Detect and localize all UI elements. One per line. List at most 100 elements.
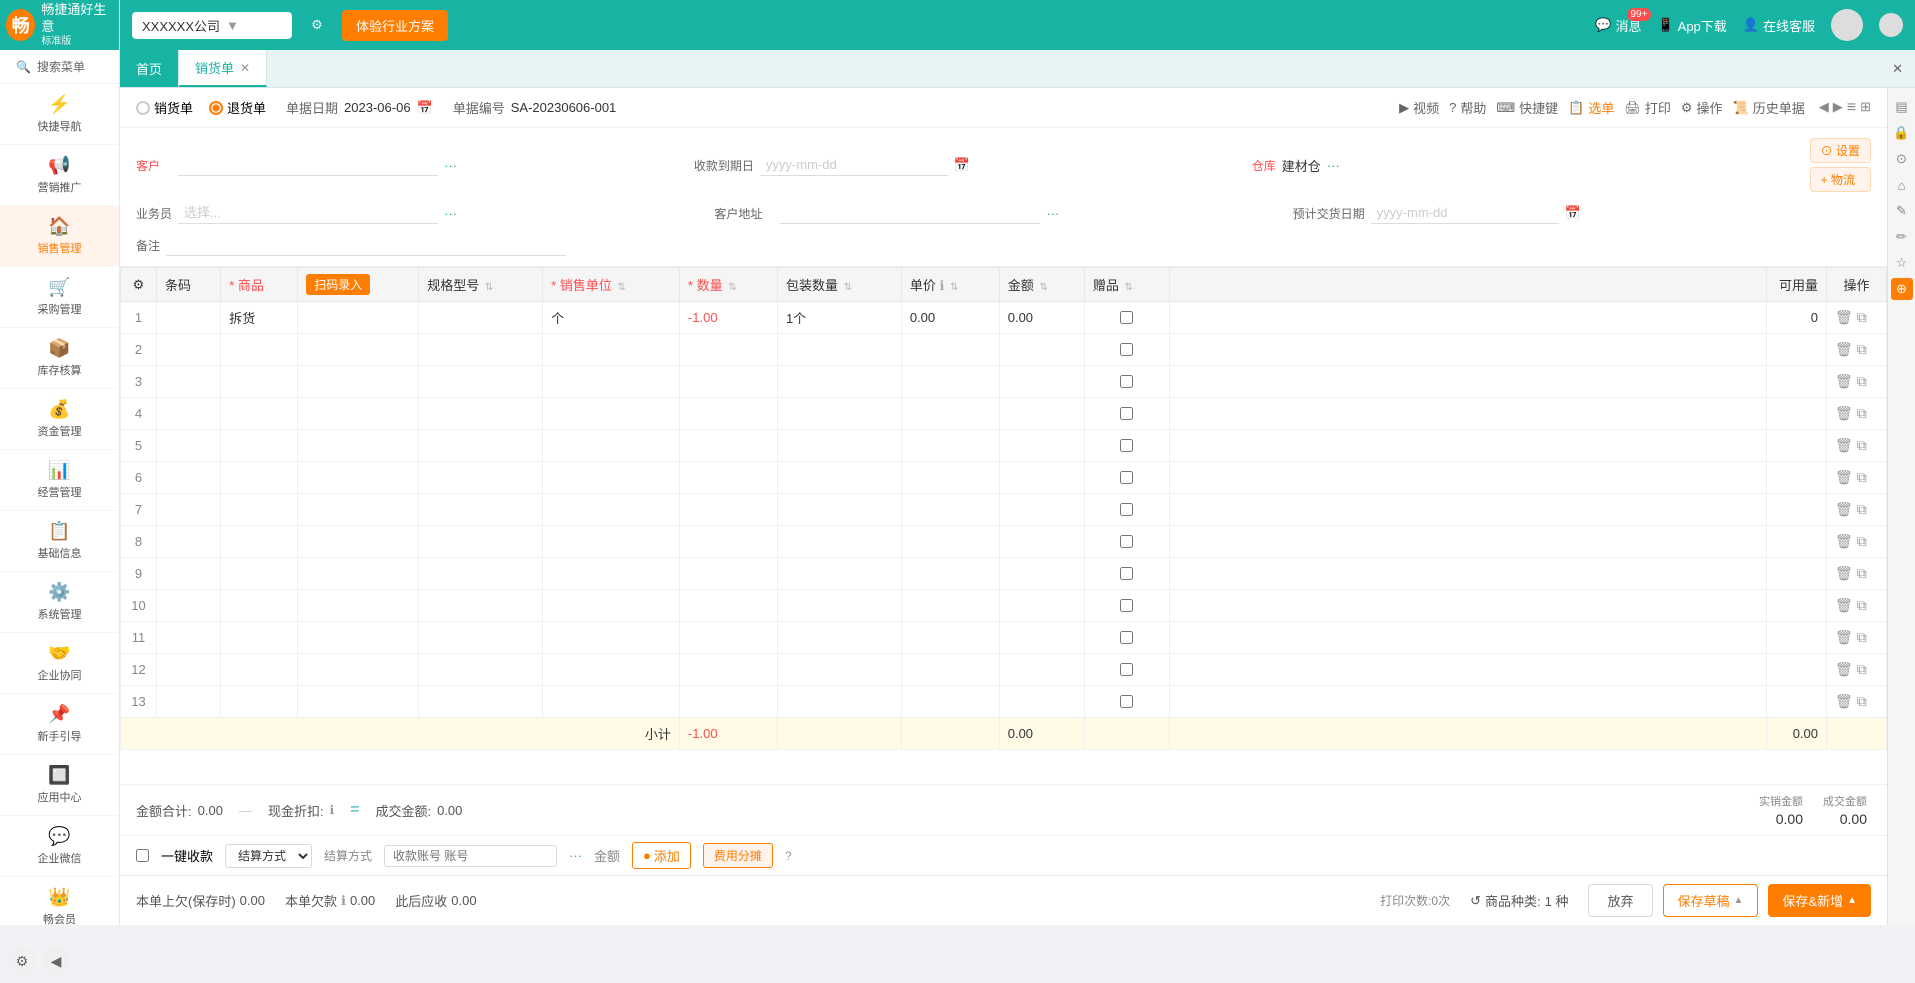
row-unit[interactable]: 个 [543, 302, 680, 334]
row-product[interactable] [221, 622, 298, 654]
customer-addr-input[interactable] [780, 202, 1040, 224]
price-info-icon[interactable]: ℹ [939, 278, 944, 293]
price-sort-icon[interactable]: ⇅ [950, 282, 958, 293]
col-scan[interactable]: 扫码录入 [298, 268, 419, 302]
sidebar-item-member[interactable]: 👑 畅会员 [0, 877, 119, 938]
sidebar-item-finance[interactable]: 💰 资金管理 [0, 389, 119, 450]
salesperson-dots-icon[interactable]: ··· [444, 206, 457, 221]
save-new-button[interactable]: 保存&新增 ▲ [1768, 884, 1871, 917]
row-product[interactable] [221, 398, 298, 430]
side-icon-8[interactable]: ⊕ [1891, 278, 1913, 300]
nav-prev-icon[interactable]: ◀ [1819, 99, 1829, 117]
tab-sales-order[interactable]: 销货单 ✕ [179, 50, 267, 87]
row-pack-qty[interactable] [777, 366, 901, 398]
col-settings[interactable]: ⚙ [121, 268, 157, 302]
row-barcode[interactable] [157, 590, 221, 622]
row-product[interactable] [221, 590, 298, 622]
row-gift[interactable] [1084, 494, 1169, 526]
row-unit-price[interactable] [901, 366, 999, 398]
row-delete-icon[interactable]: 🗑 [1835, 693, 1853, 710]
row-quantity[interactable] [679, 526, 777, 558]
row-spec[interactable] [419, 366, 543, 398]
row-unit[interactable] [543, 526, 680, 558]
row-delete-icon[interactable]: 🗑 [1835, 661, 1853, 678]
gift-checkbox[interactable] [1120, 567, 1133, 580]
row-copy-icon[interactable]: ⧉ [1857, 309, 1867, 326]
row-delete-icon[interactable]: 🗑 [1835, 341, 1853, 358]
toolbar-history-btn[interactable]: 📜 历史单据 [1733, 98, 1805, 117]
amount-sort-icon[interactable]: ⇅ [1039, 282, 1047, 293]
row-unit[interactable] [543, 558, 680, 590]
gift-checkbox[interactable] [1120, 375, 1133, 388]
discard-button[interactable]: 放弃 [1588, 884, 1652, 917]
row-unit[interactable] [543, 430, 680, 462]
row-spec[interactable] [419, 622, 543, 654]
payment-method-select[interactable]: 结算方式 [225, 844, 312, 868]
row-gift[interactable] [1084, 654, 1169, 686]
row-barcode[interactable] [157, 654, 221, 686]
order-owed-question-icon[interactable]: ℹ [341, 893, 346, 909]
row-copy-icon[interactable]: ⧉ [1857, 629, 1867, 646]
row-delete-icon[interactable]: 🗑 [1835, 629, 1853, 646]
doc-date-value[interactable]: 2023-06-06 [344, 100, 411, 115]
row-delete-icon[interactable]: 🗑 [1835, 469, 1853, 486]
row-gift[interactable] [1084, 366, 1169, 398]
row-unit-price[interactable]: 0.00 [901, 302, 999, 334]
user-avatar-2[interactable] [1879, 13, 1903, 37]
logistics-button[interactable]: + 物流 [1810, 167, 1871, 192]
tabbar-close-button[interactable]: ✕ [1880, 50, 1915, 87]
row-quantity[interactable] [679, 558, 777, 590]
spec-sort-icon[interactable]: ⇅ [485, 282, 493, 293]
row-copy-icon[interactable]: ⧉ [1857, 501, 1867, 518]
row-copy-icon[interactable]: ⧉ [1857, 437, 1867, 454]
sidebar-item-guide[interactable]: 📌 新手引导 [0, 694, 119, 755]
gift-checkbox[interactable] [1120, 503, 1133, 516]
nav-next-icon[interactable]: ▶ [1833, 99, 1843, 117]
row-copy-icon[interactable]: ⧉ [1857, 597, 1867, 614]
row-delete-icon[interactable]: 🗑 [1835, 597, 1853, 614]
side-icon-1[interactable]: ▤ [1891, 96, 1913, 118]
row-pack-qty[interactable] [777, 654, 901, 686]
row-pack-qty[interactable] [777, 558, 901, 590]
row-product[interactable]: 拆货 [221, 302, 298, 334]
row-unit-price[interactable] [901, 622, 999, 654]
row-unit-price[interactable] [901, 430, 999, 462]
row-amount[interactable] [999, 686, 1084, 718]
sidebar-item-purchase[interactable]: 🛒 采购管理 [0, 267, 119, 328]
row-amount[interactable] [999, 334, 1084, 366]
row-gift[interactable] [1084, 590, 1169, 622]
row-unit[interactable] [543, 590, 680, 622]
row-spec[interactable] [419, 302, 543, 334]
row-barcode[interactable] [157, 398, 221, 430]
sidebar-item-marketing[interactable]: 📢 营销推广 [0, 145, 119, 206]
row-unit[interactable] [543, 398, 680, 430]
sync-icon[interactable]: ↺ [1470, 893, 1481, 909]
unit-sort-icon[interactable]: ⇅ [617, 282, 625, 293]
customer-dots-icon[interactable]: ··· [444, 158, 457, 173]
row-quantity[interactable] [679, 334, 777, 366]
customer-input[interactable] [178, 154, 438, 176]
row-quantity[interactable] [679, 398, 777, 430]
gift-checkbox[interactable] [1120, 631, 1133, 644]
sidebar-settings-icon[interactable]: ⚙ [8, 947, 36, 975]
row-pack-qty[interactable] [777, 430, 901, 462]
app-download-button[interactable]: 📱 App下载 [1657, 16, 1726, 35]
due-date-calendar-icon[interactable]: 📅 [954, 157, 970, 173]
row-pack-qty[interactable] [777, 590, 901, 622]
toolbar-ops-btn[interactable]: ⚙ 操作 [1681, 98, 1723, 117]
row-quantity[interactable] [679, 622, 777, 654]
account-dots-icon[interactable]: ··· [569, 848, 582, 863]
account-input[interactable] [384, 845, 557, 867]
row-barcode[interactable] [157, 622, 221, 654]
row-amount[interactable] [999, 558, 1084, 590]
row-copy-icon[interactable]: ⧉ [1857, 373, 1867, 390]
row-gift[interactable] [1084, 462, 1169, 494]
row-unit[interactable] [543, 686, 680, 718]
company-selector[interactable]: XXXXXX公司 ▼ [132, 12, 292, 39]
row-copy-icon[interactable]: ⧉ [1857, 533, 1867, 550]
row-quantity[interactable] [679, 654, 777, 686]
row-unit[interactable] [543, 622, 680, 654]
row-delete-icon[interactable]: 🗑 [1835, 565, 1853, 582]
row-barcode[interactable] [157, 526, 221, 558]
row-copy-icon[interactable]: ⧉ [1857, 405, 1867, 422]
